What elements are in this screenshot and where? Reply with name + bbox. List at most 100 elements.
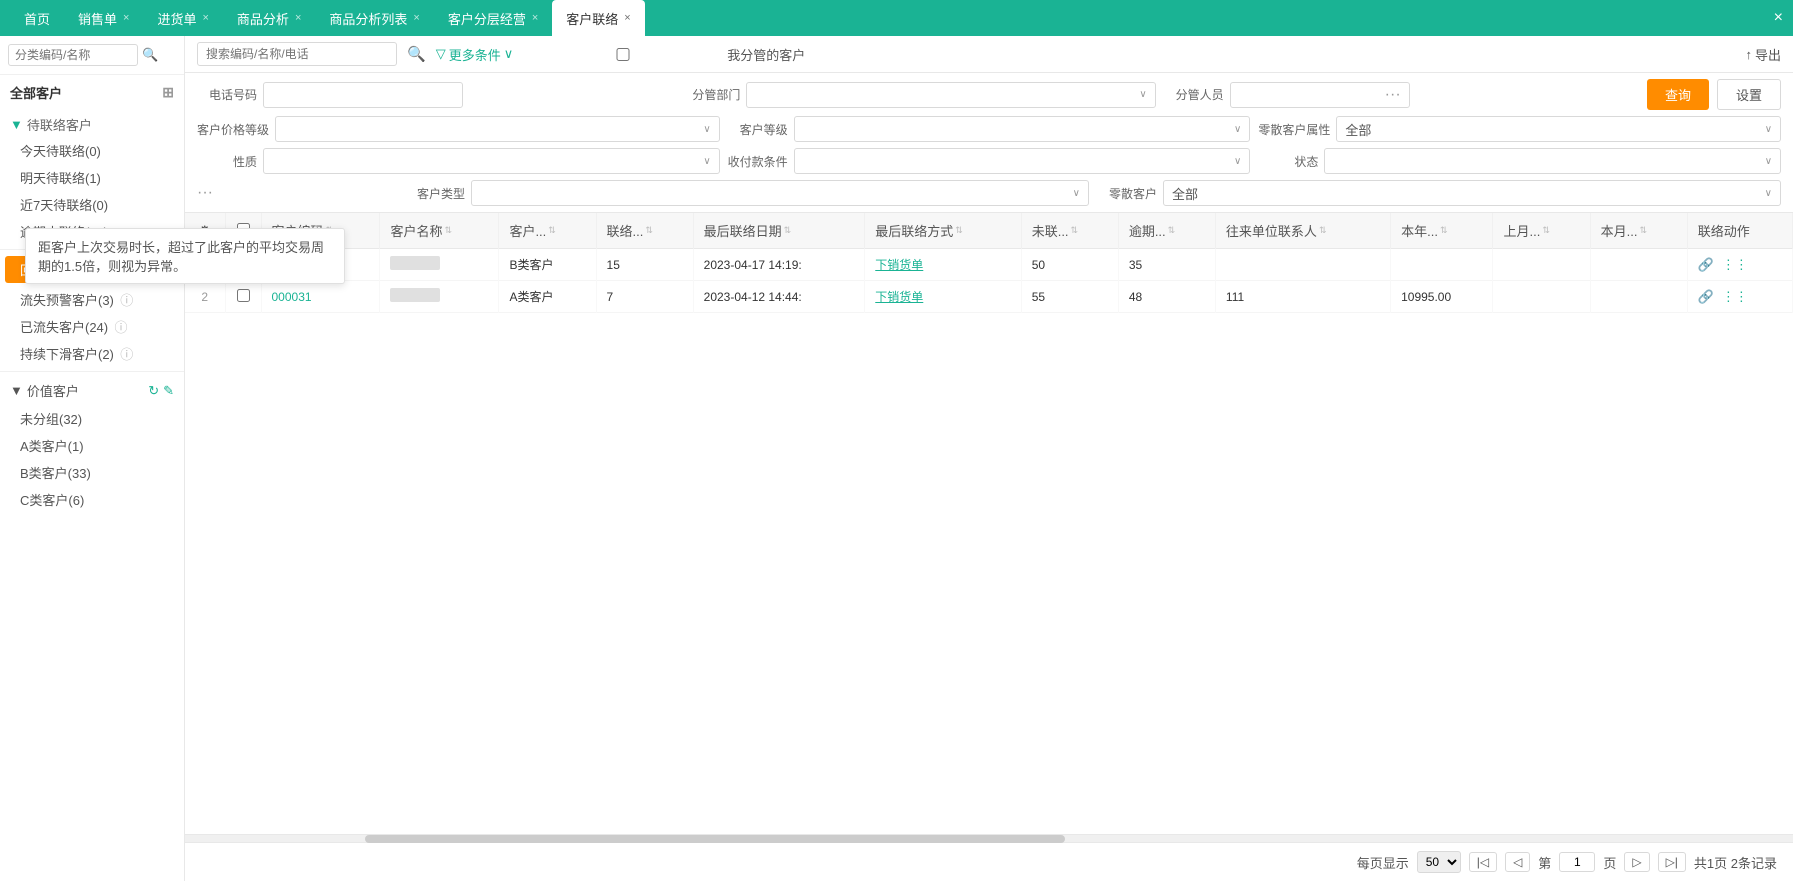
sort-this-month-icon[interactable]: ⇅ xyxy=(1639,225,1647,236)
export-icon: ↑ xyxy=(1745,47,1752,62)
page-number-input[interactable] xyxy=(1559,852,1595,872)
all-customers-header[interactable]: 全部客户 ⊞ xyxy=(0,75,184,110)
more-conditions-button[interactable]: ▽ 更多条件 ∨ xyxy=(436,45,514,64)
horizontal-scrollbar[interactable] xyxy=(185,834,1793,842)
my-customers-checkbox-label[interactable]: 我分管的客户 xyxy=(523,45,805,64)
cell-contact2: 111 xyxy=(1215,281,1390,313)
sort-uncontacted-icon[interactable]: ⇅ xyxy=(1071,225,1079,236)
filter-gender-select[interactable]: ∨ xyxy=(263,148,720,174)
last-page-button[interactable]: ▷| xyxy=(1658,852,1686,872)
grid-icon: ⊞ xyxy=(162,84,174,101)
sidebar-item-7days[interactable]: 近7天待联络(0) xyxy=(0,191,184,218)
cell-contact2 xyxy=(1215,249,1390,281)
filter-customer-level-select[interactable]: ∨ xyxy=(794,116,1251,142)
gender-chevron-icon: ∨ xyxy=(703,156,710,167)
nav-customer-contact[interactable]: 客户联络 × xyxy=(552,0,644,36)
action-link-icon[interactable]: 🔗 xyxy=(1698,289,1714,305)
sort-last-month-icon[interactable]: ⇅ xyxy=(1542,225,1550,236)
next-page-button[interactable]: ▷ xyxy=(1624,852,1649,872)
sidebar-item-b-class[interactable]: B类客户(33) xyxy=(0,459,184,486)
first-page-button[interactable]: |◁ xyxy=(1469,852,1497,872)
sidebar-item-today[interactable]: 今天待联络(0) xyxy=(0,137,184,164)
sort-contact2-icon[interactable]: ⇅ xyxy=(1319,225,1327,236)
advanced-filter-area: 电话号码 分管部门 ∨ 分管人员 ··· xyxy=(185,73,1793,213)
cell-this-month xyxy=(1590,249,1687,281)
prev-page-button[interactable]: ◁ xyxy=(1505,852,1530,872)
cell-contact-count: 15 xyxy=(596,249,693,281)
th-contact2: 往来单位联系人 ⇅ xyxy=(1215,213,1390,249)
cell-name[interactable] xyxy=(380,249,499,281)
close-customer-contact-icon[interactable]: × xyxy=(624,12,630,24)
sort-level-icon[interactable]: ⇅ xyxy=(548,225,556,236)
sidebar-item-c-class[interactable]: C类客户(6) xyxy=(0,486,184,513)
sidebar-item-lost[interactable]: 已流失客户(24) ⓘ xyxy=(0,313,184,340)
per-page-select[interactable]: 50 xyxy=(1417,851,1461,873)
manager-dots-icon[interactable]: ··· xyxy=(1385,86,1401,104)
my-customers-checkbox[interactable] xyxy=(523,48,723,61)
filter-retail-customer: 零散客户 全部 ∨ xyxy=(1097,180,1781,206)
filter-status-select[interactable]: ∨ xyxy=(1324,148,1781,174)
sort-method-icon[interactable]: ⇅ xyxy=(955,225,963,236)
search-input[interactable] xyxy=(197,42,397,66)
filter-customer-type-select[interactable]: ∨ xyxy=(471,180,1089,206)
payment-label: 收付款条件 xyxy=(728,153,788,170)
filter-retail-attr-select[interactable]: 全部 ∨ xyxy=(1336,116,1781,142)
search-button-icon[interactable]: 🔍 xyxy=(407,45,426,63)
nav-home[interactable]: 首页 xyxy=(10,0,64,36)
close-customer-tier-icon[interactable]: × xyxy=(532,12,538,24)
sort-overdue-icon[interactable]: ⇅ xyxy=(1168,225,1176,236)
filter-manager-select[interactable]: ··· xyxy=(1230,82,1410,108)
table-area: ⚙ 客户编码 ⇅ 客户名称 xyxy=(185,213,1793,834)
cell-last-method[interactable]: 下销货单 xyxy=(865,249,1021,281)
sidebar-item-a-class[interactable]: A类客户(1) xyxy=(0,432,184,459)
close-product-list-icon[interactable]: × xyxy=(413,12,419,24)
sort-name-icon[interactable]: ⇅ xyxy=(444,225,452,236)
action-more-icon[interactable]: ⋮⋮ xyxy=(1722,257,1748,273)
right-content: 🔍 ▽ 更多条件 ∨ 我分管的客户 ↑ 导出 电话号码 xyxy=(185,36,1793,881)
scroll-thumb[interactable] xyxy=(365,835,1065,843)
row4-dots-icon[interactable]: ··· xyxy=(197,184,213,202)
query-button[interactable]: 查询 xyxy=(1647,79,1709,110)
sidebar-item-declining[interactable]: 持续下滑客户(2) ⓘ xyxy=(0,340,184,367)
filter-price-level-select[interactable]: ∨ xyxy=(275,116,720,142)
th-uncontacted: 未联... ⇅ xyxy=(1021,213,1118,249)
export-button[interactable]: ↑ 导出 xyxy=(1745,45,1781,64)
filter-payment-select[interactable]: ∨ xyxy=(794,148,1251,174)
settings-button[interactable]: 设置 xyxy=(1717,79,1781,110)
sidebar-search-input[interactable] xyxy=(8,44,138,66)
sidebar-item-ungroup[interactable]: 未分组(32) xyxy=(0,405,184,432)
filter-row-3: 性质 ∨ 收付款条件 ∨ 状态 xyxy=(197,148,1781,174)
cell-name[interactable] xyxy=(380,281,499,313)
cell-last-method[interactable]: 下销货单 xyxy=(865,281,1021,313)
action-link-icon[interactable]: 🔗 xyxy=(1698,257,1714,273)
price-level-chevron-icon: ∨ xyxy=(703,124,710,135)
sort-contact-icon[interactable]: ⇅ xyxy=(645,225,653,236)
value-customer-header[interactable]: ▼ 价值客户 ↻ ✎ xyxy=(0,376,184,405)
sidebar-item-tomorrow[interactable]: 明天待联络(1) xyxy=(0,164,184,191)
action-buttons: 查询 设置 xyxy=(1647,79,1781,110)
sidebar-search-icon[interactable]: 🔍 xyxy=(142,47,158,63)
close-sales-icon[interactable]: × xyxy=(123,12,129,24)
filter-retail-customer-select[interactable]: 全部 ∨ xyxy=(1163,180,1781,206)
nav-customer-tier[interactable]: 客户分层经营 × xyxy=(434,0,552,36)
sort-date-icon[interactable]: ⇅ xyxy=(784,225,792,236)
edit-icon[interactable]: ✎ xyxy=(163,383,174,399)
nav-product-list[interactable]: 商品分析列表 × xyxy=(315,0,433,36)
nav-product-analysis[interactable]: 商品分析 × xyxy=(223,0,315,36)
sort-year-icon[interactable]: ⇅ xyxy=(1440,225,1448,236)
row-checkbox[interactable] xyxy=(237,289,250,302)
nav-purchase[interactable]: 进货单 × xyxy=(143,0,222,36)
filter-dept-select[interactable]: ∨ xyxy=(746,82,1155,108)
close-purchase-icon[interactable]: × xyxy=(202,12,208,24)
filter-customer-type: 客户类型 ∨ xyxy=(405,180,1089,206)
cell-last-date: 2023-04-12 14:44: xyxy=(693,281,865,313)
nav-sales[interactable]: 销售单 × xyxy=(64,0,143,36)
filter-phone-input[interactable] xyxy=(263,82,463,108)
refresh-icon[interactable]: ↻ xyxy=(148,383,159,399)
close-product-analysis-icon[interactable]: × xyxy=(295,12,301,24)
cell-code[interactable]: 000031 xyxy=(261,281,380,313)
close-window-icon[interactable]: × xyxy=(1774,9,1783,27)
action-more-icon[interactable]: ⋮⋮ xyxy=(1722,289,1748,305)
info-icon-loss: ⓘ xyxy=(120,293,133,308)
sidebar-item-loss-warning[interactable]: 流失预警客户(3) ⓘ xyxy=(0,286,184,313)
